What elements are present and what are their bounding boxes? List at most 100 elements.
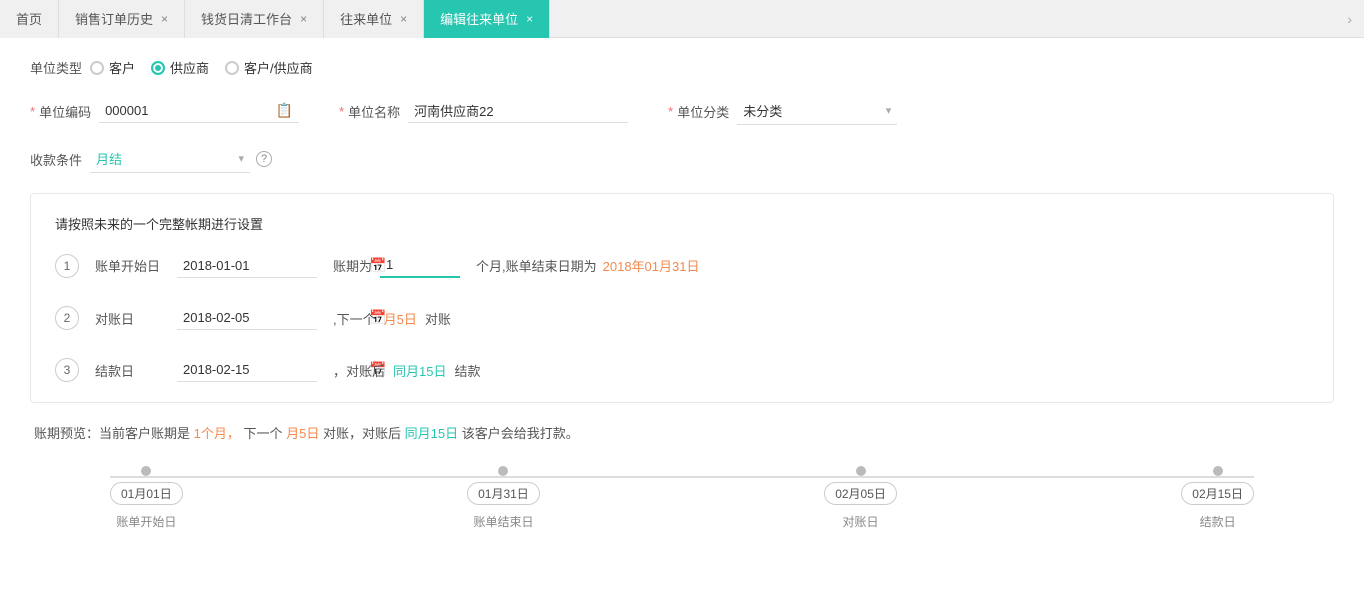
unit-category-select[interactable]: 未分类 ▾ — [737, 97, 897, 125]
tabs-bar: 首页 销售订单历史 × 钱货日清工作台 × 往来单位 × 编辑往来单位 × › — [0, 0, 1364, 38]
timeline-badge-0: 01月01日 — [110, 482, 183, 505]
step-1-period-input[interactable] — [380, 253, 460, 278]
tab-partner-units-close[interactable]: × — [400, 12, 407, 26]
unit-code-copy-icon[interactable]: 📋 — [270, 102, 299, 119]
timeline: 01月01日 账单开始日 01月31日 账单结束日 02月05日 对账日 02月… — [30, 466, 1334, 530]
preview-text: 账期预览：当前客户账期是 1个月， 下一个 月5日 对账，对账后 同月15日 该… — [30, 423, 1334, 442]
unit-category-group: * 单位分类 未分类 ▾ — [668, 97, 897, 125]
unit-name-required: * — [339, 104, 344, 119]
timeline-dot-0 — [141, 466, 151, 476]
step-3-row: 3 结款日 📅 ，对账后 同月15日 结款 — [55, 358, 1309, 382]
step-2-desc-after: 对账 — [425, 309, 451, 328]
billing-period-section: 请按照未来的一个完整帐期进行设置 1 账单开始日 📅 账期为 个月,账单结束日期… — [30, 193, 1334, 403]
tab-sales-order-history[interactable]: 销售订单历史 × — [59, 0, 185, 38]
unit-code-required: * — [30, 104, 35, 119]
radio-customer-circle — [90, 61, 104, 75]
radio-supplier[interactable]: 供应商 — [151, 58, 209, 77]
step-3-num: 3 — [55, 358, 79, 382]
step-3-desc-after: 结款 — [454, 361, 480, 380]
unit-type-label: 单位类型 — [30, 58, 82, 77]
unit-code-label: 单位编码 — [39, 102, 91, 121]
tab-edit-partner[interactable]: 编辑往来单位 × — [424, 0, 550, 38]
section-title: 请按照未来的一个完整帐期进行设置 — [55, 214, 1309, 233]
unit-name-input-wrap — [408, 99, 628, 123]
step-3-desc-before: ，对账后 — [333, 361, 385, 380]
unit-type-radio-group: 客户 供应商 客户/供应商 — [90, 58, 313, 77]
step-1-label: 账单开始日 — [95, 256, 165, 275]
tab-edit-partner-label: 编辑往来单位 — [440, 9, 518, 28]
radio-customer-label: 客户 — [109, 58, 135, 77]
radio-supplier-circle — [151, 61, 165, 75]
unit-code-group: * 单位编码 📋 — [30, 99, 299, 123]
timeline-label-2: 对账日 — [843, 513, 879, 530]
step-3-desc-highlight: 同月15日 — [393, 361, 446, 380]
unit-type-row: 单位类型 客户 供应商 客户/供应商 — [30, 58, 1334, 77]
radio-supplier-label: 供应商 — [170, 58, 209, 77]
payment-terms-chevron-icon: ▾ — [238, 152, 244, 165]
payment-terms-select[interactable]: 月结 ▾ — [90, 145, 250, 173]
unit-name-input[interactable] — [408, 99, 628, 122]
unit-info-row: * 单位编码 📋 * 单位名称 * 单位分类 未分类 ▾ — [30, 97, 1334, 125]
step-1-row: 1 账单开始日 📅 账期为 个月,账单结束日期为 2018年01月31日 — [55, 253, 1309, 278]
payment-terms-row: 收款条件 月结 ▾ ? — [30, 145, 1334, 173]
step-1-period-unit: 个月,账单结束日期为 — [476, 256, 597, 275]
tab-cash-ledger[interactable]: 钱货日清工作台 × — [185, 0, 324, 38]
payment-terms-label: 收款条件 — [30, 150, 82, 169]
payment-terms-help-icon[interactable]: ? — [256, 151, 272, 167]
preview-text1: 下一个 — [244, 426, 283, 441]
timeline-node-2: 02月05日 对账日 — [824, 466, 897, 530]
tab-sales-order-close[interactable]: × — [161, 12, 168, 26]
timeline-dot-3 — [1213, 466, 1223, 476]
unit-category-label: 单位分类 — [677, 102, 729, 121]
step-2-label: 对账日 — [95, 309, 165, 328]
timeline-nodes: 01月01日 账单开始日 01月31日 账单结束日 02月05日 对账日 02月… — [110, 466, 1254, 530]
timeline-label-1: 账单结束日 — [473, 513, 533, 530]
tab-home[interactable]: 首页 — [0, 0, 59, 38]
unit-category-chevron-icon: ▾ — [886, 104, 892, 117]
unit-code-input[interactable] — [99, 99, 270, 122]
step-1-num: 1 — [55, 254, 79, 278]
preview-prefix: 账期预览：当前客户账期是 — [34, 426, 190, 441]
timeline-node-0: 01月01日 账单开始日 — [110, 466, 183, 530]
unit-name-group: * 单位名称 — [339, 99, 628, 123]
step-2-row: 2 对账日 📅 ,下一个 月5日 对账 — [55, 306, 1309, 330]
unit-category-required: * — [668, 104, 673, 119]
payment-terms-value: 月结 — [96, 149, 234, 168]
timeline-label-3: 结款日 — [1200, 513, 1236, 530]
step-2-date-wrap: 📅 — [177, 306, 317, 330]
tab-partner-units-label: 往来单位 — [340, 9, 392, 28]
radio-customer[interactable]: 客户 — [90, 58, 135, 77]
timeline-badge-3: 02月15日 — [1181, 482, 1254, 505]
unit-category-value: 未分类 — [743, 101, 885, 120]
preview-highlight2: 月5日 — [286, 426, 319, 441]
timeline-dot-1 — [498, 466, 508, 476]
tab-partner-units[interactable]: 往来单位 × — [324, 0, 424, 38]
step-3-date-wrap: 📅 — [177, 358, 317, 382]
tab-cash-ledger-label: 钱货日清工作台 — [201, 9, 292, 28]
radio-both[interactable]: 客户/供应商 — [225, 58, 313, 77]
preview-suffix: 该客户会给我打款。 — [462, 426, 579, 441]
step-1-date-wrap: 📅 — [177, 254, 317, 278]
tabs-scroll-arrow[interactable]: › — [1335, 11, 1364, 27]
preview-text2: 对账，对账后 — [323, 426, 401, 441]
preview-highlight1: 1个月， — [194, 426, 240, 441]
timeline-node-3: 02月15日 结款日 — [1181, 466, 1254, 530]
timeline-label-0: 账单开始日 — [116, 513, 176, 530]
step-2-desc-before: ,下一个 — [333, 309, 376, 328]
step-2-desc-highlight: 月5日 — [384, 309, 417, 328]
step-1-period-label: 账期为 — [333, 256, 372, 275]
timeline-badge-2: 02月05日 — [824, 482, 897, 505]
tab-edit-partner-close[interactable]: × — [526, 12, 533, 26]
radio-both-label: 客户/供应商 — [244, 58, 313, 77]
tab-sales-order-label: 销售订单历史 — [75, 9, 153, 28]
timeline-badge-1: 01月31日 — [467, 482, 540, 505]
timeline-dot-2 — [856, 466, 866, 476]
radio-both-circle — [225, 61, 239, 75]
unit-name-label: 单位名称 — [348, 102, 400, 121]
unit-code-input-wrap: 📋 — [99, 99, 299, 123]
tab-cash-ledger-close[interactable]: × — [300, 12, 307, 26]
step-2-num: 2 — [55, 306, 79, 330]
step-3-label: 结款日 — [95, 361, 165, 380]
preview-highlight3: 同月15日 — [405, 426, 458, 441]
timeline-node-1: 01月31日 账单结束日 — [467, 466, 540, 530]
